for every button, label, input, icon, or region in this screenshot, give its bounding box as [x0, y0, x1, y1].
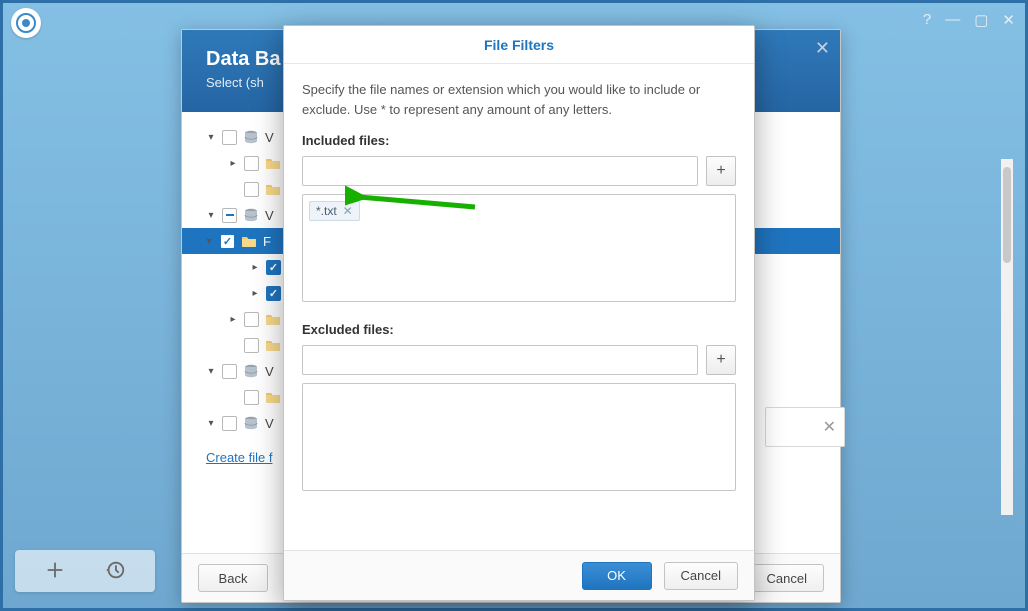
tree-checkbox[interactable] [244, 156, 259, 171]
tree-toggle-icon[interactable]: ▸ [250, 288, 260, 299]
tree-checkbox[interactable] [222, 130, 237, 145]
back-button[interactable]: Back [198, 564, 268, 592]
info-panel-close-icon[interactable]: ✕ [823, 417, 836, 437]
tree-checkbox[interactable] [220, 234, 235, 249]
tree-checkbox[interactable] [244, 182, 259, 197]
excluded-files-list[interactable] [302, 383, 736, 491]
create-file-filters-link[interactable]: Create file f [206, 450, 272, 465]
maximize-icon[interactable]: ▢ [974, 11, 988, 29]
tree-label: F [263, 234, 271, 249]
folder-icon [265, 312, 281, 326]
included-files-input[interactable] [302, 156, 698, 186]
included-files-list[interactable]: *.txt ✕ [302, 194, 736, 302]
tree-toggle-icon[interactable]: ▾ [206, 366, 216, 377]
wizard-close-icon[interactable]: ✕ [815, 38, 830, 59]
tree-toggle-icon[interactable]: ▸ [228, 314, 238, 325]
tree-toggle-icon[interactable]: ▸ [228, 158, 238, 169]
included-files-label: Included files: [302, 133, 736, 148]
close-icon[interactable]: ✕ [1002, 11, 1015, 29]
tree-toggle-icon[interactable]: ▸ [250, 262, 260, 273]
tree-checkbox[interactable] [222, 208, 237, 223]
excluded-files-label: Excluded files: [302, 322, 736, 337]
tree-toggle-icon[interactable]: ▾ [206, 132, 216, 143]
excluded-files-input[interactable] [302, 345, 698, 375]
tree-toggle-icon[interactable]: ▾ [206, 418, 216, 429]
tree-label: V [265, 208, 274, 223]
add-icon[interactable] [44, 559, 66, 584]
help-icon[interactable]: ? [923, 11, 931, 29]
excluded-add-button[interactable]: + [706, 345, 736, 375]
dock [15, 550, 155, 592]
tree-label: V [265, 364, 274, 379]
scrollbar-thumb[interactable] [1003, 167, 1011, 263]
tree-checkbox[interactable] [266, 286, 281, 301]
tree-checkbox[interactable] [244, 390, 259, 405]
included-add-button[interactable]: + [706, 156, 736, 186]
database-icon [243, 130, 259, 144]
window-control-cluster: ? — ▢ ✕ [923, 11, 1015, 29]
tree-label: V [265, 130, 274, 145]
synology-logo[interactable] [11, 8, 41, 38]
side-info-panel: ✕ [765, 407, 845, 447]
folder-icon [265, 390, 281, 404]
history-icon[interactable] [104, 559, 126, 584]
tree-checkbox[interactable] [244, 338, 259, 353]
wizard-scrollbar[interactable] [1001, 159, 1013, 515]
folder-icon [265, 182, 281, 196]
tree-label: V [265, 416, 274, 431]
database-icon [243, 364, 259, 378]
folder-icon [265, 338, 281, 352]
filter-tag-text: *.txt [316, 204, 337, 218]
database-icon [243, 416, 259, 430]
dialog-description: Specify the file names or extension whic… [302, 80, 736, 119]
tree-toggle-icon[interactable]: ▾ [206, 210, 216, 221]
folder-icon [241, 234, 257, 248]
minimize-icon[interactable]: — [945, 11, 960, 29]
tree-checkbox[interactable] [222, 364, 237, 379]
folder-icon [265, 156, 281, 170]
file-filters-dialog: File Filters Specify the file names or e… [283, 25, 755, 601]
tree-checkbox[interactable] [266, 260, 281, 275]
remove-tag-icon[interactable]: ✕ [343, 204, 353, 218]
dialog-footer: OK Cancel [284, 550, 754, 600]
tree-checkbox[interactable] [244, 312, 259, 327]
dialog-title: File Filters [284, 26, 754, 64]
tree-checkbox[interactable] [222, 416, 237, 431]
wizard-cancel-button[interactable]: Cancel [750, 564, 824, 592]
tree-toggle-icon[interactable]: ▾ [204, 236, 214, 247]
dialog-cancel-button[interactable]: Cancel [664, 562, 738, 590]
filter-tag[interactable]: *.txt ✕ [309, 201, 360, 221]
database-icon [243, 208, 259, 222]
ok-button[interactable]: OK [582, 562, 652, 590]
